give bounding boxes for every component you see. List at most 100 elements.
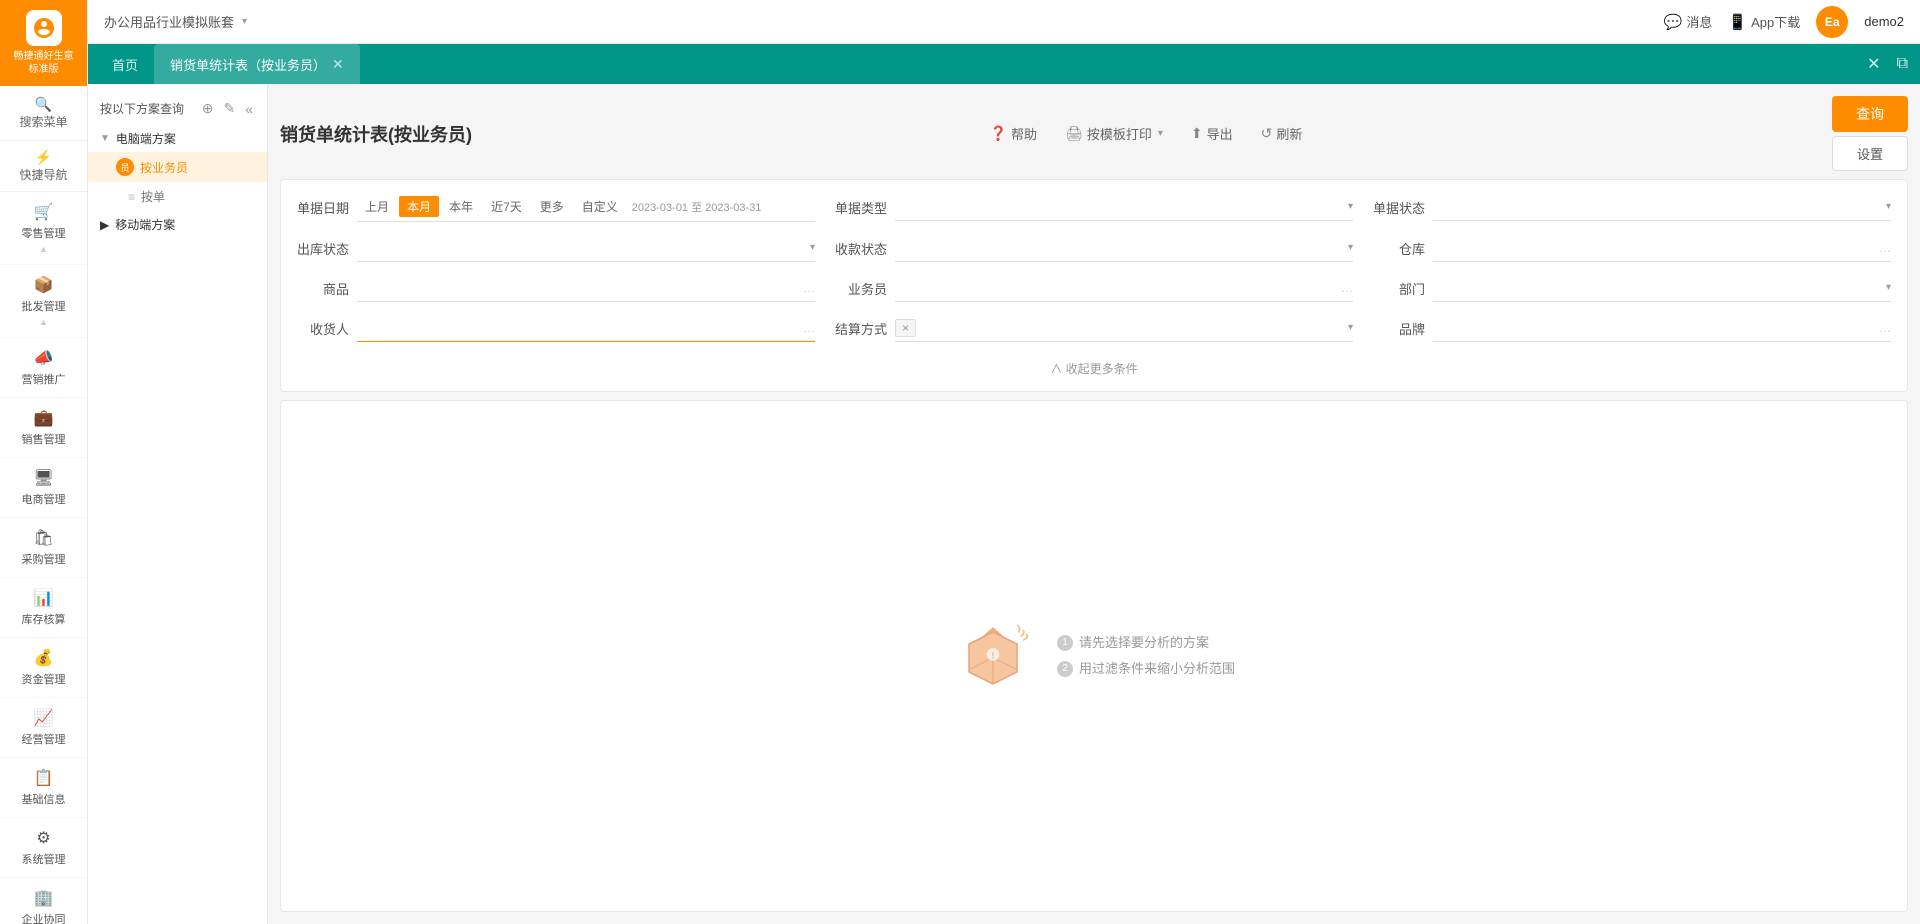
mobile-scheme-group[interactable]: ▶ 移动端方案 [88,211,267,238]
settings-button[interactable]: 设置 [1832,136,1908,171]
empty-area: ! 1 请先选择要分析的方案 2 [280,400,1908,912]
sidebar-item-operations[interactable]: 📈 经营管理 [0,698,87,758]
collapse-bar[interactable]: ∧ 收起更多条件 [297,354,1891,379]
header-left: 办公用品行业模拟账套 ▾ [104,12,247,31]
edit-scheme-icon[interactable]: ✎ [221,98,237,119]
sidebar-item-retail[interactable]: 🛒 零售管理 ▲ [0,192,87,265]
query-button[interactable]: 查询 [1832,96,1908,132]
tab-close-action[interactable]: ✕ [1863,50,1884,78]
warehouse-control[interactable]: … [1433,234,1891,262]
dept-arrow: ▾ [1886,282,1891,293]
docstatus-arrow: ▾ [1886,201,1891,212]
refresh-action[interactable]: ↺ 刷新 [1253,120,1311,147]
sidebar-item-basic[interactable]: 📋 基础信息 [0,758,87,818]
date-tab-custom[interactable]: 自定义 [574,196,626,217]
payment-clear-icon[interactable]: × [902,321,909,335]
user-avatar[interactable]: Ea [1816,6,1848,38]
sidebar-item-ecommerce[interactable]: 🖥 电商管理 [0,458,87,518]
help-action[interactable]: ❓ 帮助 [982,120,1045,147]
goods-dots: … [803,281,815,295]
doctype-select[interactable]: ▾ [895,201,1353,212]
consignee-dots: … [803,321,815,335]
tab-bar: 首页 销货单统计表（按业务员） ✕ ✕ ⧉ [88,44,1920,84]
tab-close-icon[interactable]: ✕ [332,57,344,71]
payment-control: × ▾ [895,314,1353,342]
date-label: 单据日期 [297,198,349,217]
date-tab-more[interactable]: 更多 [532,196,572,217]
sidebar-search[interactable]: 🔍 搜索菜单 [0,86,87,141]
docstatus-control[interactable]: ▾ [1433,193,1891,221]
consignee-select[interactable]: … [357,321,815,335]
filter-row-2: 出库状态 ▾ 收款状态 ▾ [297,234,1891,262]
sidebar-purchase-icon: 🛍 [33,528,53,548]
mobile-group-expand-icon: ▶ [100,218,109,232]
scheme-item-order[interactable]: ≡ 按单 [88,182,267,211]
export-action[interactable]: ⬆ 导出 [1183,120,1241,147]
salesperson-select[interactable]: … [895,281,1353,295]
outstatus-arrow: ▾ [810,242,815,253]
date-tab-thismonth[interactable]: 本月 [399,196,439,217]
template-print-action[interactable]: 🖨 按模板打印 ▾ [1057,120,1171,147]
sidebar-operations-icon: 📈 [34,708,54,728]
empty-content: ! 1 请先选择要分析的方案 2 [953,616,1235,696]
app-download-action[interactable]: 📱 App下载 [1728,12,1800,31]
docstatus-select[interactable]: ▾ [1433,201,1891,212]
consignee-control[interactable]: … [357,314,815,342]
filter-payment: 结算方式 × ▾ [835,314,1353,342]
collapse-panel-icon[interactable]: « [243,99,255,119]
warehouse-dots: … [1879,241,1891,255]
message-action[interactable]: 💬 消息 [1664,12,1713,31]
print-icon: 🖨 [1065,125,1083,142]
salesperson-control[interactable]: … [895,274,1353,302]
sidebar-item-inventory[interactable]: 📊 库存核算 [0,578,87,638]
sidebar-menu-items: 🛒 零售管理 ▲ 📦 批发管理 ▲ 📣 营销推广 💼 销售管理 🖥 电商管理 🛍… [0,192,87,924]
sidebar-inventory-icon: 📊 [34,588,54,608]
sidebar-item-purchase[interactable]: 🛍 采购管理 [0,518,87,578]
date-tab-7days[interactable]: 近7天 [483,196,530,217]
filter-doctype: 单据类型 ▾ [835,192,1353,222]
pc-group-label: 电脑端方案 [116,130,176,147]
dept-control[interactable]: ▾ [1433,274,1891,302]
add-scheme-icon[interactable]: ⊕ [200,98,216,119]
sidebar-item-marketing[interactable]: 📣 营销推广 [0,338,87,398]
sidebar-quicknav[interactable]: ⚡ 快捷导航 [0,141,87,192]
dept-select[interactable]: ▾ [1433,282,1891,293]
goods-select[interactable]: … [357,281,815,295]
goods-control[interactable]: … [357,274,815,302]
filter-row-4: 收货人 … 结算方式 × [297,314,1891,342]
filter-date: 单据日期 上月 本月 本年 近7天 更多 自定义 2023-03-01 至 20… [297,192,815,222]
filter-receiptstatus: 收款状态 ▾ [835,234,1353,262]
filter-salesperson: 业务员 … [835,274,1353,302]
receiptstatus-control[interactable]: ▾ [895,234,1353,262]
outstatus-control[interactable]: ▾ [357,234,815,262]
tab-home[interactable]: 首页 [96,44,154,84]
date-tab-thisyear[interactable]: 本年 [441,196,481,217]
tip2-num: 2 [1057,661,1073,677]
filter-row-1: 单据日期 上月 本月 本年 近7天 更多 自定义 2023-03-01 至 20… [297,192,1891,222]
sidebar-item-system[interactable]: ⚙ 系统管理 [0,818,87,878]
brand-control[interactable]: … [1433,314,1891,342]
scheme-item-salesperson[interactable]: 员 按业务员 [88,152,267,182]
sidebar-logo[interactable]: 畅捷通好生意 标准版 [0,0,87,86]
sidebar-item-wholesale[interactable]: 📦 批发管理 ▲ [0,265,87,338]
date-range: 2023-03-01 至 2023-03-31 [632,199,762,215]
brand-select[interactable]: … [1433,321,1891,335]
header-dropdown-icon[interactable]: ▾ [242,16,247,27]
tab-window-action[interactable]: ⧉ [1893,51,1912,77]
date-tab-lastmonth[interactable]: 上月 [357,196,397,217]
sidebar-basic-icon: 📋 [34,768,54,788]
tab-sales-report[interactable]: 销货单统计表（按业务员） ✕ [154,44,360,84]
receiptstatus-label: 收款状态 [835,239,887,258]
left-panel-header-icons: ⊕ ✎ « [200,98,255,119]
doctype-control[interactable]: ▾ [895,193,1353,221]
main-area: 办公用品行业模拟账套 ▾ 💬 消息 📱 App下载 Ea demo2 首页 销货… [88,0,1920,924]
sidebar-item-finance[interactable]: 💰 资金管理 [0,638,87,698]
filter-row-3: 商品 … 业务员 … [297,274,1891,302]
receiptstatus-select[interactable]: ▾ [895,242,1353,253]
warehouse-select[interactable]: … [1433,241,1891,255]
sidebar-item-sales[interactable]: 💼 销售管理 [0,398,87,458]
pc-scheme-group-title[interactable]: ▼ 电脑端方案 [88,125,267,152]
svg-text:!: ! [992,651,995,660]
sidebar-item-enterprise[interactable]: 🏢 企业协同 [0,878,87,924]
outstatus-select[interactable]: ▾ [357,242,815,253]
